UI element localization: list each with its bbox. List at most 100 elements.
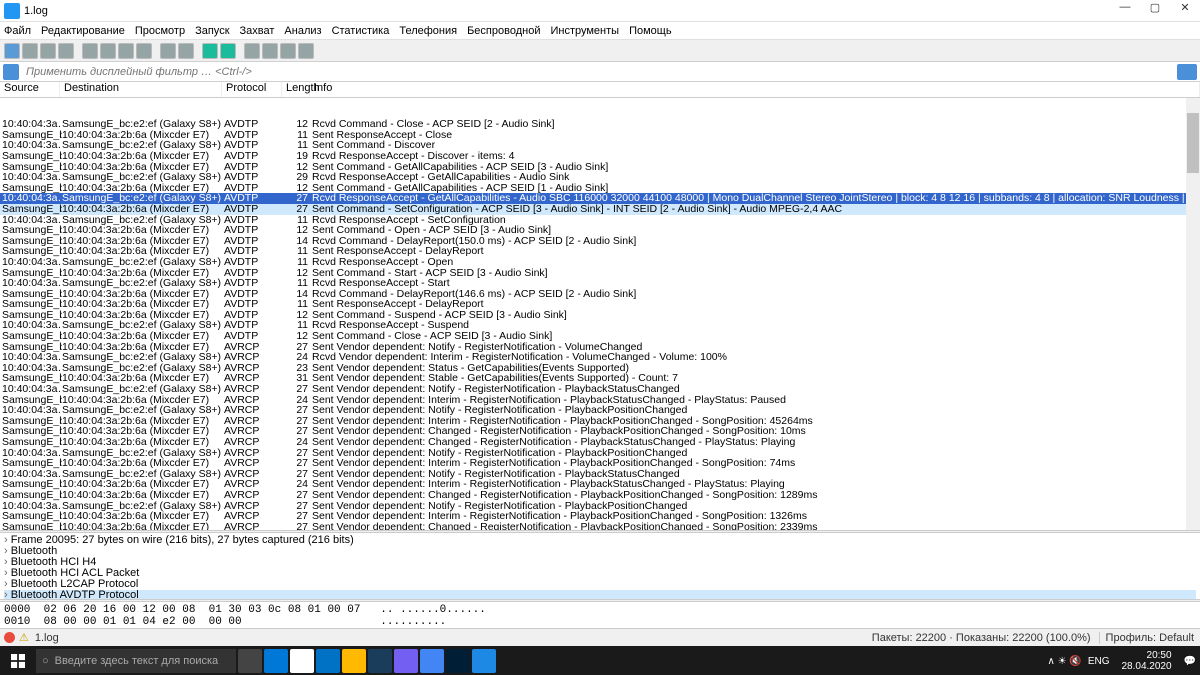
menu-Помощь[interactable]: Помощь (629, 25, 672, 37)
packet-row[interactable]: SamsungE_bc…10:40:04:3a:2b:6a (Mixcder E… (0, 130, 1200, 141)
packet-row[interactable]: SamsungE_bc…10:40:04:3a:2b:6a (Mixcder E… (0, 458, 1200, 469)
detail-line[interactable]: Bluetooth HCI ACL Packet (4, 568, 1196, 579)
packet-row[interactable]: SamsungE_bc…10:40:04:3a:2b:6a (Mixcder E… (0, 204, 1200, 215)
packet-row[interactable]: 10:40:04:3a…SamsungE_bc:e2:ef (Galaxy S8… (0, 469, 1200, 480)
toolbar-find-icon[interactable] (82, 43, 98, 59)
menu-Анализ[interactable]: Анализ (284, 25, 321, 37)
packet-row[interactable]: SamsungE_bc…10:40:04:3a:2b:6a (Mixcder E… (0, 151, 1200, 162)
menu-Редактирование[interactable]: Редактирование (41, 25, 125, 37)
toolbar-last-icon[interactable] (178, 43, 194, 59)
bookmark-icon[interactable] (3, 64, 19, 80)
status-profile[interactable]: Профиль: Default (1099, 632, 1200, 644)
store-icon[interactable] (290, 649, 314, 673)
menu-Просмотр[interactable]: Просмотр (135, 25, 185, 37)
packet-row[interactable]: 10:40:04:3a…SamsungE_bc:e2:ef (Galaxy S8… (0, 172, 1200, 183)
detail-line[interactable]: Frame 20095: 27 bytes on wire (216 bits)… (4, 535, 1196, 546)
packet-row[interactable]: SamsungE_bc…10:40:04:3a:2b:6a (Mixcder E… (0, 373, 1200, 384)
menu-Захват[interactable]: Захват (240, 25, 275, 37)
packet-row[interactable]: 10:40:04:3a…SamsungE_bc:e2:ef (Galaxy S8… (0, 257, 1200, 268)
packet-row[interactable]: SamsungE_bc…10:40:04:3a:2b:6a (Mixcder E… (0, 416, 1200, 427)
toolbar-zoomreset-icon[interactable] (280, 43, 296, 59)
packet-row[interactable]: SamsungE_bc…10:40:04:3a:2b:6a (Mixcder E… (0, 437, 1200, 448)
detail-line[interactable]: Bluetooth L2CAP Protocol (4, 579, 1196, 590)
col-protocol[interactable]: Protocol (222, 82, 282, 97)
notifications-icon[interactable]: 💬 (1184, 656, 1196, 667)
packet-row[interactable]: SamsungE_bc…10:40:04:3a:2b:6a (Mixcder E… (0, 236, 1200, 247)
packet-row[interactable]: 10:40:04:3a…SamsungE_bc:e2:ef (Galaxy S8… (0, 320, 1200, 331)
packet-list[interactable]: 10:40:04:3a…SamsungE_bc:e2:ef (Galaxy S8… (0, 98, 1200, 530)
packet-row[interactable]: 10:40:04:3a…SamsungE_bc:e2:ef (Galaxy S8… (0, 193, 1200, 204)
menu-Телефония[interactable]: Телефония (399, 25, 457, 37)
packet-row[interactable]: SamsungE_bc…10:40:04:3a:2b:6a (Mixcder E… (0, 511, 1200, 522)
toolbar-resize-icon[interactable] (298, 43, 314, 59)
filter-apply-button[interactable] (1177, 64, 1197, 80)
viber-icon[interactable] (394, 649, 418, 673)
packet-row[interactable]: 10:40:04:3a…SamsungE_bc:e2:ef (Galaxy S8… (0, 363, 1200, 374)
packet-row[interactable]: SamsungE_bc…10:40:04:3a:2b:6a (Mixcder E… (0, 310, 1200, 321)
toolbar-next-icon[interactable] (118, 43, 134, 59)
packet-row[interactable]: SamsungE_bc…10:40:04:3a:2b:6a (Mixcder E… (0, 299, 1200, 310)
packet-row[interactable]: 10:40:04:3a…SamsungE_bc:e2:ef (Galaxy S8… (0, 384, 1200, 395)
packet-row[interactable]: 10:40:04:3a…SamsungE_bc:e2:ef (Galaxy S8… (0, 352, 1200, 363)
packet-row[interactable]: 10:40:04:3a…SamsungE_bc:e2:ef (Galaxy S8… (0, 119, 1200, 130)
menu-Запуск[interactable]: Запуск (195, 25, 229, 37)
maximize-button[interactable]: ▢ (1140, 1, 1170, 21)
chrome-icon[interactable] (420, 649, 444, 673)
packet-row[interactable]: SamsungE_bc…10:40:04:3a:2b:6a (Mixcder E… (0, 289, 1200, 300)
mail-icon[interactable] (316, 649, 340, 673)
toolbar-close-icon[interactable] (40, 43, 56, 59)
toolbar-colorize-icon[interactable] (220, 43, 236, 59)
display-filter-input[interactable] (22, 63, 1177, 81)
packet-row[interactable]: SamsungE_bc…10:40:04:3a:2b:6a (Mixcder E… (0, 395, 1200, 406)
toolbar-zoomout-icon[interactable] (262, 43, 278, 59)
toolbar-prev-icon[interactable] (100, 43, 116, 59)
packet-row[interactable]: SamsungE_bc…10:40:04:3a:2b:6a (Mixcder E… (0, 225, 1200, 236)
menu-Статистика[interactable]: Статистика (332, 25, 390, 37)
packet-row[interactable]: SamsungE_bc…10:40:04:3a:2b:6a (Mixcder E… (0, 331, 1200, 342)
photoshop-icon[interactable] (446, 649, 470, 673)
menu-Беспроводной[interactable]: Беспроводной (467, 25, 540, 37)
expert-info-icon[interactable] (4, 632, 15, 643)
toolbar-reload-icon[interactable] (58, 43, 74, 59)
close-button[interactable]: ✕ (1170, 1, 1200, 21)
scrollbar-thumb[interactable] (1187, 113, 1199, 173)
toolbar-jump-icon[interactable] (136, 43, 152, 59)
packet-row[interactable]: 10:40:04:3a…SamsungE_bc:e2:ef (Galaxy S8… (0, 448, 1200, 459)
taskbar-search[interactable]: ○Введите здесь текст для поиска (36, 649, 236, 673)
packet-row[interactable]: SamsungE_bc…10:40:04:3a:2b:6a (Mixcder E… (0, 479, 1200, 490)
packet-row[interactable]: SamsungE_bc…10:40:04:3a:2b:6a (Mixcder E… (0, 246, 1200, 257)
packet-row[interactable]: SamsungE_bc…10:40:04:3a:2b:6a (Mixcder E… (0, 522, 1200, 530)
packet-row[interactable]: SamsungE_bc…10:40:04:3a:2b:6a (Mixcder E… (0, 162, 1200, 173)
toolbar-save-icon[interactable] (22, 43, 38, 59)
packet-row[interactable]: 10:40:04:3a…SamsungE_bc:e2:ef (Galaxy S8… (0, 140, 1200, 151)
packet-row[interactable]: 10:40:04:3a…SamsungE_bc:e2:ef (Galaxy S8… (0, 215, 1200, 226)
toolbar-zoomin-icon[interactable] (244, 43, 260, 59)
wireshark-icon[interactable] (472, 649, 496, 673)
explorer-icon[interactable] (342, 649, 366, 673)
packet-row[interactable]: SamsungE_bc…10:40:04:3a:2b:6a (Mixcder E… (0, 426, 1200, 437)
start-button[interactable] (0, 646, 36, 675)
edge-icon[interactable] (264, 649, 288, 673)
col-info[interactable]: Info (310, 82, 1200, 97)
toolbar-autoscroll-icon[interactable] (202, 43, 218, 59)
packet-row[interactable]: SamsungE_bc…10:40:04:3a:2b:6a (Mixcder E… (0, 490, 1200, 501)
toolbar-open-icon[interactable] (4, 43, 20, 59)
detail-line[interactable]: Bluetooth (4, 546, 1196, 557)
tray-lang[interactable]: ENG (1088, 656, 1110, 667)
packet-row[interactable]: SamsungE_bc…10:40:04:3a:2b:6a (Mixcder E… (0, 268, 1200, 279)
menu-Файл[interactable]: Файл (4, 25, 31, 37)
tray-icons[interactable]: ∧ ☀ 🔇 (1048, 656, 1082, 667)
menu-Инструменты[interactable]: Инструменты (550, 25, 619, 37)
toolbar-first-icon[interactable] (160, 43, 176, 59)
detail-line[interactable]: Bluetooth AVDTP Protocol (4, 590, 1196, 599)
scrollbar-vertical[interactable] (1186, 98, 1200, 530)
col-destination[interactable]: Destination (60, 82, 222, 97)
packet-details[interactable]: Frame 20095: 27 bytes on wire (216 bits)… (0, 533, 1200, 599)
detail-line[interactable]: Bluetooth HCI H4 (4, 557, 1196, 568)
packet-row[interactable]: 10:40:04:3a…SamsungE_bc:e2:ef (Galaxy S8… (0, 405, 1200, 416)
col-source[interactable]: Source (0, 82, 60, 97)
app-v-icon[interactable] (368, 649, 392, 673)
hex-view[interactable]: 0000 02 06 20 16 00 12 00 08 01 30 03 0c… (0, 602, 1200, 628)
tray-clock[interactable]: 20:5028.04.2020 (1115, 650, 1177, 672)
minimize-button[interactable]: — (1110, 1, 1140, 21)
